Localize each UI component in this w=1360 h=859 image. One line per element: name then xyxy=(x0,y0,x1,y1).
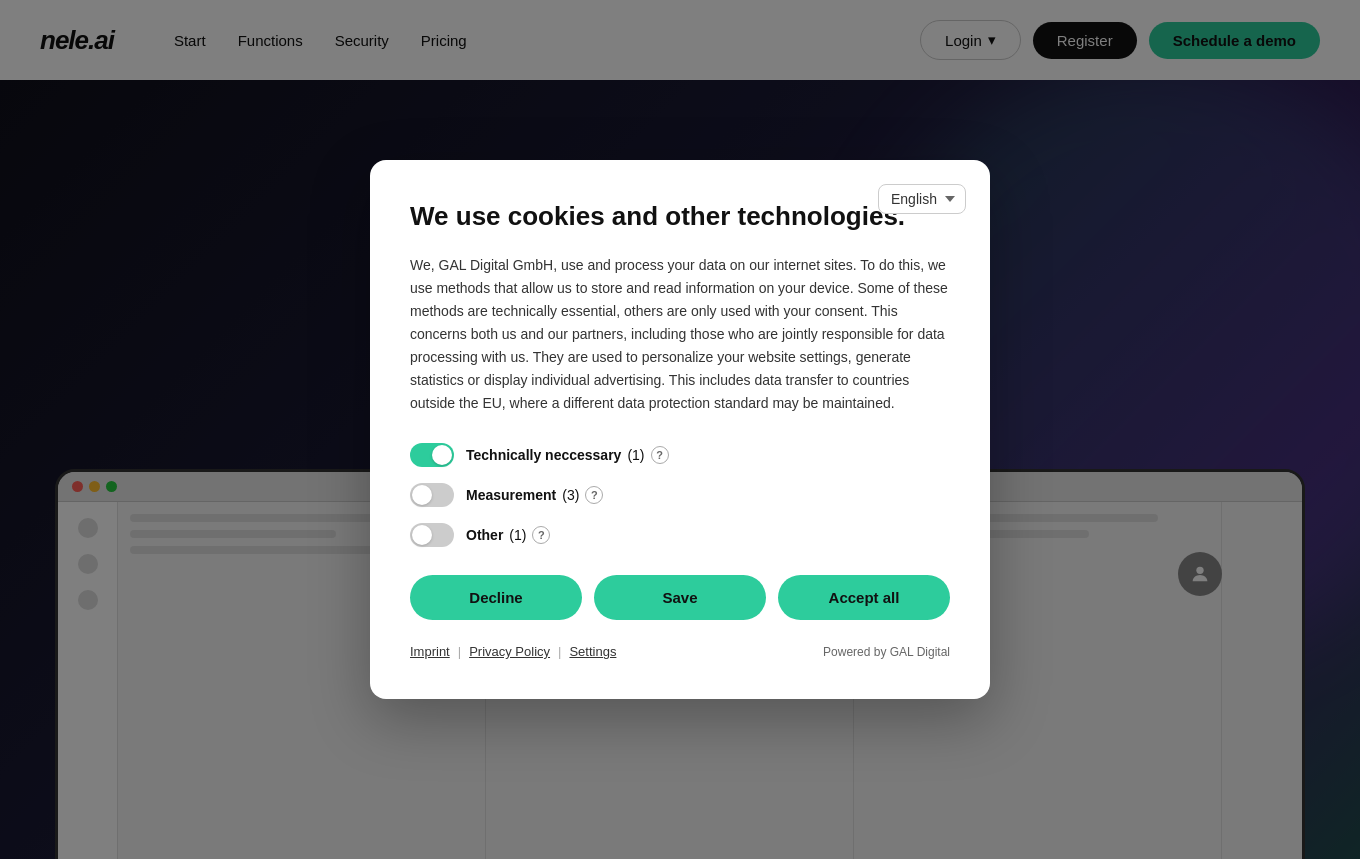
help-icon-other[interactable]: ? xyxy=(532,526,550,544)
toggle-item-technical: Technically neccessary (1) ? xyxy=(410,443,950,467)
powered-by: Powered by GAL Digital xyxy=(823,645,950,659)
help-icon-technical[interactable]: ? xyxy=(651,446,669,464)
toggle-measurement[interactable] xyxy=(410,483,454,507)
separator-2: | xyxy=(558,644,561,659)
toggle-other[interactable] xyxy=(410,523,454,547)
accept-all-button[interactable]: Accept all xyxy=(778,575,950,620)
cookie-toggles: Technically neccessary (1) ? Measurement… xyxy=(410,443,950,547)
cookie-action-buttons: Decline Save Accept all xyxy=(410,575,950,620)
settings-link[interactable]: Settings xyxy=(569,644,616,659)
toggle-track-measurement[interactable] xyxy=(410,483,454,507)
cookie-modal: English We use cookies and other technol… xyxy=(370,160,990,699)
privacy-link[interactable]: Privacy Policy xyxy=(469,644,550,659)
save-button[interactable]: Save xyxy=(594,575,766,620)
separator-1: | xyxy=(458,644,461,659)
decline-button[interactable]: Decline xyxy=(410,575,582,620)
cookie-body: We, GAL Digital GmbH, use and process yo… xyxy=(410,254,950,416)
toggle-thumb-other xyxy=(412,525,432,545)
help-icon-measurement[interactable]: ? xyxy=(585,486,603,504)
toggle-track-technical[interactable] xyxy=(410,443,454,467)
language-select[interactable]: English xyxy=(878,184,966,214)
toggle-label-measurement: Measurement (3) ? xyxy=(466,486,603,504)
cookie-title: We use cookies and other technologies. xyxy=(410,200,950,234)
cookie-overlay: English We use cookies and other technol… xyxy=(0,0,1360,859)
toggle-label-other: Other (1) ? xyxy=(466,526,550,544)
toggle-item-measurement: Measurement (3) ? xyxy=(410,483,950,507)
toggle-thumb-measurement xyxy=(412,485,432,505)
cookie-footer: Imprint | Privacy Policy | Settings Powe… xyxy=(410,644,950,659)
imprint-link[interactable]: Imprint xyxy=(410,644,450,659)
toggle-technical[interactable] xyxy=(410,443,454,467)
toggle-item-other: Other (1) ? xyxy=(410,523,950,547)
footer-links: Imprint | Privacy Policy | Settings xyxy=(410,644,616,659)
toggle-label-technical: Technically neccessary (1) ? xyxy=(466,446,669,464)
toggle-thumb-technical xyxy=(432,445,452,465)
toggle-track-other[interactable] xyxy=(410,523,454,547)
